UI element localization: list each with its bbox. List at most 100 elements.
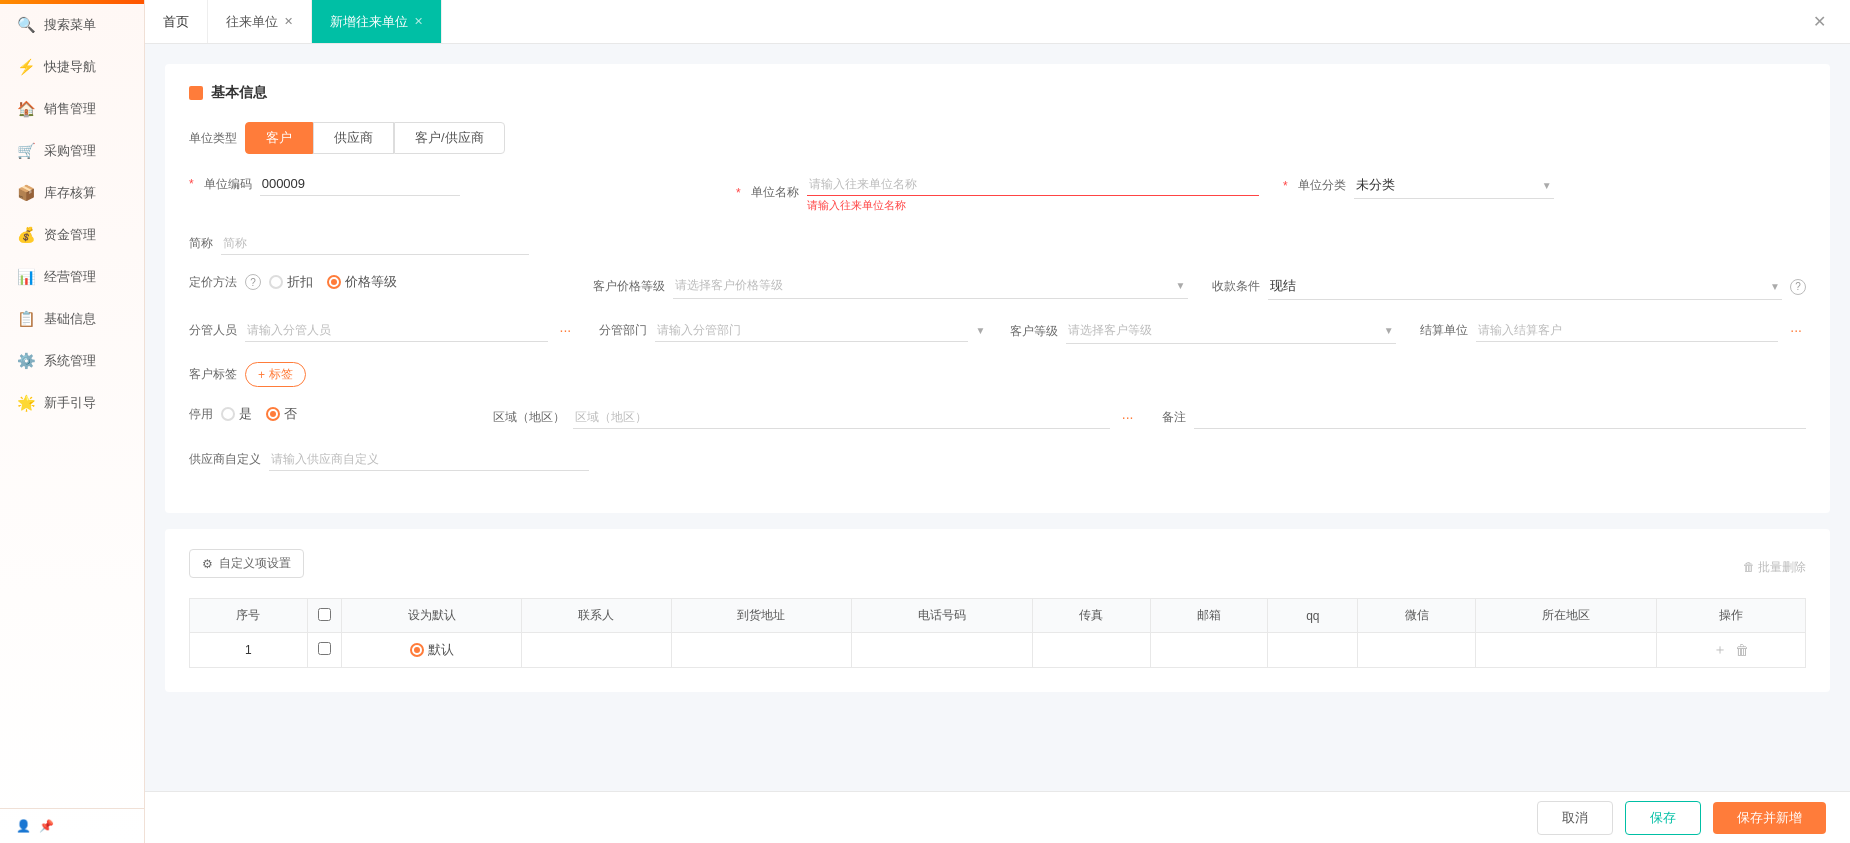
short-name-label: 简称 xyxy=(189,235,213,252)
add-row-button[interactable]: ＋ xyxy=(1713,641,1727,659)
save-and-new-button[interactable]: 保存并新增 xyxy=(1713,802,1826,834)
note-field: 备注 xyxy=(1162,405,1807,429)
customer-level-select[interactable]: 请选择客户等级 ▼ xyxy=(1066,318,1396,344)
sidebar-item-inventory[interactable]: 📦 库存核算 xyxy=(0,172,144,214)
tab-partners-close[interactable]: ✕ xyxy=(284,15,293,28)
sidebar-item-basics[interactable]: 📋 基础信息 xyxy=(0,298,144,340)
pricing-method-label: 定价方法 xyxy=(189,274,237,291)
unit-code-label: 单位编码 xyxy=(204,176,252,193)
tab-home[interactable]: 首页 xyxy=(145,0,208,43)
pricing-help-icon[interactable]: ? xyxy=(245,274,261,290)
unit-category-select[interactable]: 未分类 ▼ xyxy=(1354,172,1554,199)
main-area: 首页 往来单位 ✕ 新增往来单位 ✕ ✕ 基本信息 单位类型 客户 xyxy=(145,0,1850,843)
disabled-yes-radio[interactable]: 是 xyxy=(221,405,252,423)
unit-btn-customer[interactable]: 客户 xyxy=(245,122,313,154)
customer-price-level-select[interactable]: 请选择客户价格等级 ▼ xyxy=(673,273,1188,299)
sidebar-item-finance[interactable]: 💰 资金管理 xyxy=(0,214,144,256)
save-button[interactable]: 保存 xyxy=(1625,801,1701,835)
sidebar-bottom: 👤 📌 xyxy=(0,808,144,843)
cancel-button[interactable]: 取消 xyxy=(1537,801,1613,835)
tab-close-all-button[interactable]: ✕ xyxy=(1805,8,1834,35)
disabled-field: 停用 是 否 xyxy=(189,405,469,423)
sidebar-bottom-icon: 👤 xyxy=(16,819,31,833)
col-actions: 操作 xyxy=(1656,599,1805,633)
unit-type-field: 单位类型 客户 供应商 客户/供应商 xyxy=(189,122,589,154)
settlement-more-icon[interactable]: ··· xyxy=(1786,320,1806,340)
manager-label: 分管人员 xyxy=(189,322,237,339)
pricing-row: 定价方法 ? 折扣 价格等级 客户价格等级 xyxy=(189,273,1806,300)
unit-category-field: * 单位分类 未分类 ▼ xyxy=(1283,172,1806,199)
pricing-discount-radio[interactable]: 折扣 xyxy=(269,273,313,291)
tab-new-partner-close[interactable]: ✕ xyxy=(414,15,423,28)
cell-actions: ＋ 🗑 xyxy=(1656,633,1805,668)
sidebar: 🔍 搜索菜单 ⚡ 快捷导航 🏠 销售管理 🛒 采购管理 📦 库存核算 💰 资金管… xyxy=(0,0,145,843)
region-field: 区域（地区） ··· xyxy=(493,405,1138,429)
settlement-unit-input[interactable] xyxy=(1476,318,1779,342)
payment-help-icon[interactable]: ? xyxy=(1790,279,1806,295)
batch-delete-button[interactable]: 🗑 批量删除 xyxy=(1743,559,1806,576)
cell-wechat xyxy=(1358,633,1476,668)
delete-row-button[interactable]: 🗑 xyxy=(1735,642,1749,658)
sidebar-item-search[interactable]: 🔍 搜索菜单 xyxy=(0,4,144,46)
col-default: 设为默认 xyxy=(341,599,522,633)
tab-home-label: 首页 xyxy=(163,13,189,31)
inventory-icon: 📦 xyxy=(16,184,36,202)
tab-new-partner[interactable]: 新增往来单位 ✕ xyxy=(312,0,442,43)
supplier-custom-input[interactable] xyxy=(269,447,589,471)
custom-settings-button[interactable]: ⚙ 自定义项设置 xyxy=(189,549,304,578)
region-input[interactable] xyxy=(573,405,1110,429)
unit-type-group: 客户 供应商 客户/供应商 xyxy=(245,122,505,154)
department-input[interactable] xyxy=(655,318,967,342)
col-seq: 序号 xyxy=(190,599,308,633)
sidebar-item-purchase[interactable]: 🛒 采购管理 xyxy=(0,130,144,172)
cell-fax xyxy=(1032,633,1150,668)
row-actions: ＋ 🗑 xyxy=(1667,641,1795,659)
contacts-table: 序号 设为默认 联系人 到货地址 电话号码 传真 邮箱 qq 微信 所在地区 xyxy=(189,598,1806,668)
tab-new-partner-label: 新增往来单位 xyxy=(330,13,408,31)
sidebar-item-guide[interactable]: 🌟 新手引导 xyxy=(0,382,144,424)
batch-delete-label: 批量删除 xyxy=(1758,560,1806,574)
disabled-radio-group: 是 否 xyxy=(221,405,297,423)
sidebar-item-operations[interactable]: 📊 经营管理 xyxy=(0,256,144,298)
pricing-level-radio[interactable]: 价格等级 xyxy=(327,273,397,291)
basic-info-card: 基本信息 单位类型 客户 供应商 客户/供应商 * 单位编码 xyxy=(165,64,1830,513)
settings-gear-icon: ⚙ xyxy=(202,557,213,571)
row-checkbox[interactable] xyxy=(318,642,331,655)
tags-row: 客户标签 + 标签 xyxy=(189,362,1806,387)
region-more-icon[interactable]: ··· xyxy=(1118,407,1138,427)
region-label: 区域（地区） xyxy=(493,409,565,426)
note-input[interactable] xyxy=(1194,405,1807,429)
default-radio-circle xyxy=(410,643,424,657)
disabled-no-radio[interactable]: 否 xyxy=(266,405,297,423)
sidebar-item-quicknav[interactable]: ⚡ 快捷导航 xyxy=(0,46,144,88)
cell-email xyxy=(1150,633,1268,668)
tag-add-label: 标签 xyxy=(269,366,293,383)
section-flag-icon xyxy=(189,86,203,100)
sidebar-item-sales[interactable]: 🏠 销售管理 xyxy=(0,88,144,130)
sidebar-item-label: 资金管理 xyxy=(44,226,96,244)
manager-input[interactable] xyxy=(245,318,548,342)
manager-more-icon[interactable]: ··· xyxy=(556,320,576,340)
unit-category-value: 未分类 xyxy=(1356,176,1542,194)
sidebar-item-label: 销售管理 xyxy=(44,100,96,118)
default-radio[interactable]: 默认 xyxy=(352,641,512,659)
short-name-input[interactable] xyxy=(221,231,529,255)
cell-checkbox xyxy=(307,633,341,668)
cell-contact xyxy=(522,633,671,668)
sidebar-item-system[interactable]: ⚙️ 系统管理 xyxy=(0,340,144,382)
unit-btn-supplier[interactable]: 供应商 xyxy=(313,122,394,154)
unit-code-input[interactable] xyxy=(260,172,460,196)
tab-partners[interactable]: 往来单位 ✕ xyxy=(208,0,312,43)
sidebar-item-label: 新手引导 xyxy=(44,394,96,412)
dropdown-arrow-icon: ▼ xyxy=(1542,180,1552,191)
tag-add-button[interactable]: + 标签 xyxy=(245,362,306,387)
payment-terms-select[interactable]: 现结 ▼ xyxy=(1268,273,1783,300)
unit-btn-both[interactable]: 客户/供应商 xyxy=(394,122,505,154)
unit-category-label: 单位分类 xyxy=(1298,177,1346,194)
department-dropdown-icon: ▼ xyxy=(976,325,986,336)
select-all-checkbox[interactable] xyxy=(318,608,331,621)
payment-terms-value: 现结 xyxy=(1270,277,1771,295)
unit-name-input[interactable] xyxy=(807,172,1259,196)
section-title-text: 基本信息 xyxy=(211,84,267,102)
sidebar-item-label: 快捷导航 xyxy=(44,58,96,76)
